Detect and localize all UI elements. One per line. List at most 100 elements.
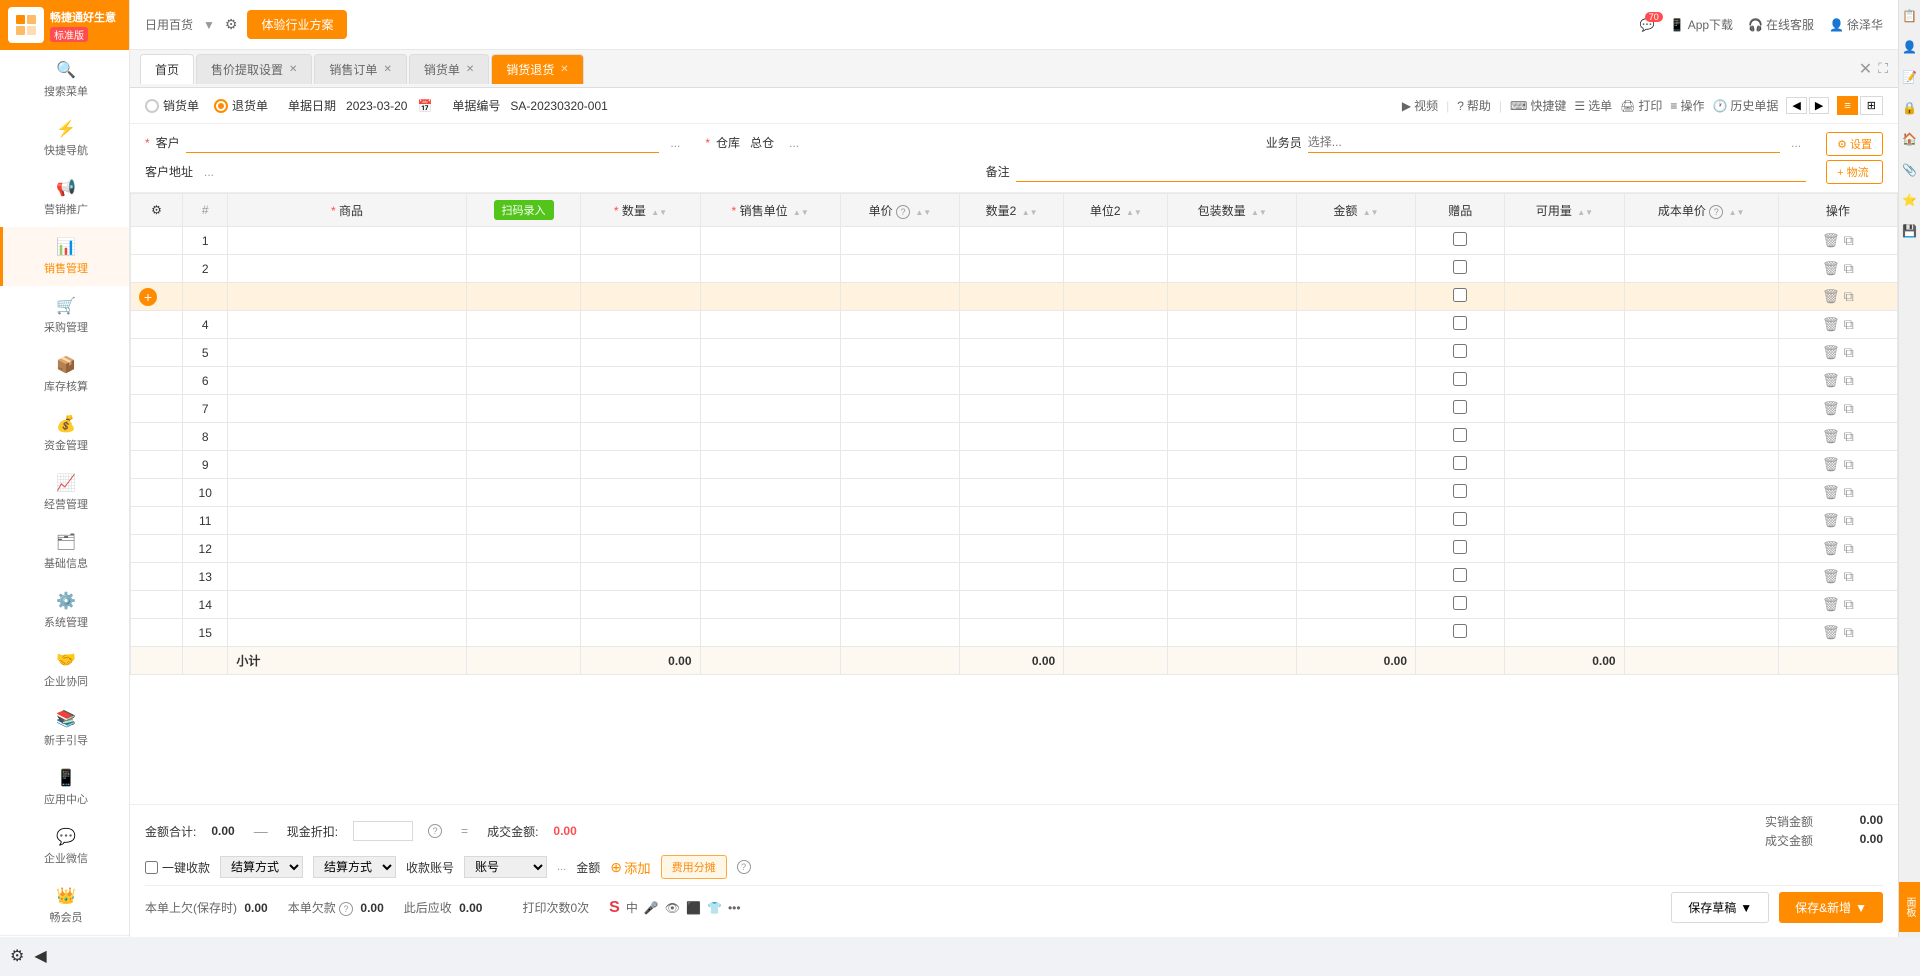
- video-btn[interactable]: ▶ 视频: [1402, 97, 1438, 114]
- right-icon-3[interactable]: 📝: [1901, 66, 1919, 89]
- copy-row-1[interactable]: ⧉: [1844, 232, 1854, 249]
- sidebar-item-member[interactable]: 👑 畅会员: [0, 876, 129, 935]
- sidebar-item-marketing[interactable]: 📢 营销推广: [0, 168, 129, 227]
- staff-dots[interactable]: ...: [1786, 136, 1806, 150]
- select-btn[interactable]: ☰ 选单: [1574, 97, 1612, 114]
- customer-input[interactable]: [186, 132, 660, 153]
- experience-btn[interactable]: 体验行业方案: [247, 10, 347, 39]
- save-draft-btn[interactable]: 保存草稿 ▼: [1671, 892, 1769, 923]
- delete-row-6[interactable]: 🗑: [1822, 372, 1840, 389]
- delete-row-5[interactable]: 🗑: [1822, 344, 1840, 361]
- right-orange-panel[interactable]: 面板: [1899, 882, 1920, 932]
- gift-check-14[interactable]: [1453, 596, 1467, 610]
- gift-check-10[interactable]: [1453, 484, 1467, 498]
- gift-check-2[interactable]: [1453, 260, 1467, 274]
- delete-row-10[interactable]: 🗑: [1822, 484, 1840, 501]
- gift-check-15[interactable]: [1453, 624, 1467, 638]
- right-icon-2[interactable]: 👤: [1901, 36, 1919, 59]
- tab-sales-close[interactable]: ✕: [466, 64, 474, 75]
- copy-row-10[interactable]: ⧉: [1844, 484, 1854, 501]
- delete-row-13[interactable]: 🗑: [1822, 568, 1840, 585]
- one-click-payment[interactable]: 一键收款: [145, 859, 210, 876]
- scan-btn[interactable]: 扫码录入: [494, 200, 554, 220]
- gift-check-6[interactable]: [1453, 372, 1467, 386]
- gift-check-1[interactable]: [1453, 232, 1467, 246]
- settings-btn[interactable]: ⚙ 设置: [1826, 132, 1883, 156]
- radio-sale[interactable]: 销货单: [145, 97, 199, 114]
- delete-row-11[interactable]: 🗑: [1822, 512, 1840, 529]
- calendar-icon[interactable]: 📅: [417, 99, 432, 113]
- right-icon-6[interactable]: 📎: [1901, 158, 1919, 181]
- copy-row-11[interactable]: ⧉: [1844, 512, 1854, 529]
- tab-sales-order[interactable]: 销售订单 ✕: [314, 54, 406, 84]
- sidebar-item-basic[interactable]: 🗂 基础信息: [0, 522, 129, 581]
- copy-row-9[interactable]: ⧉: [1844, 456, 1854, 473]
- copy-row-2[interactable]: ⧉: [1844, 260, 1854, 277]
- sidebar-item-inventory[interactable]: 📦 库存核算: [0, 345, 129, 404]
- fee-split-btn[interactable]: 费用分摊: [661, 855, 727, 879]
- discount-input[interactable]: [353, 821, 413, 841]
- fullscreen-icon[interactable]: ⛶: [1878, 60, 1888, 77]
- copy-row-14[interactable]: ⧉: [1844, 596, 1854, 613]
- delete-row-15[interactable]: 🗑: [1822, 624, 1840, 641]
- sidebar-item-operations[interactable]: 📈 经营管理: [0, 463, 129, 522]
- delete-row-8[interactable]: 🗑: [1822, 428, 1840, 445]
- delete-row-3[interactable]: 🗑: [1822, 288, 1840, 305]
- dots-account[interactable]: ...: [557, 861, 566, 873]
- sidebar-item-search[interactable]: 🔍 搜索菜单: [0, 50, 129, 109]
- delete-row-4[interactable]: 🗑: [1822, 316, 1840, 333]
- copy-row-13[interactable]: ⧉: [1844, 568, 1854, 585]
- copy-row-12[interactable]: ⧉: [1844, 540, 1854, 557]
- fee-help-icon[interactable]: ?: [737, 860, 751, 874]
- topbar-gear-icon[interactable]: ⚙: [225, 16, 238, 33]
- delete-row-12[interactable]: 🗑: [1822, 540, 1840, 557]
- gift-check-9[interactable]: [1453, 456, 1467, 470]
- close-tab-icon[interactable]: ✕: [1859, 59, 1872, 79]
- app-download-btn[interactable]: 📱 App下载: [1670, 16, 1733, 33]
- delete-row-7[interactable]: 🗑: [1822, 400, 1840, 417]
- sidebar-collapse-icon[interactable]: ◀: [34, 946, 46, 966]
- gift-check-5[interactable]: [1453, 344, 1467, 358]
- copy-row-15[interactable]: ⧉: [1844, 624, 1854, 641]
- gift-check-13[interactable]: [1453, 568, 1467, 582]
- calc-method-select[interactable]: 结算方式: [313, 856, 396, 878]
- right-icon-7[interactable]: ⭐: [1901, 189, 1919, 212]
- operate-btn[interactable]: ≡ 操作: [1670, 97, 1704, 114]
- remark-input[interactable]: [1016, 161, 1807, 182]
- copy-row-3[interactable]: ⧉: [1844, 288, 1854, 305]
- next-arrow[interactable]: ▶: [1809, 97, 1829, 114]
- delete-row-2[interactable]: 🗑: [1822, 260, 1840, 277]
- prev-arrow[interactable]: ◀: [1786, 97, 1806, 114]
- save-new-btn[interactable]: 保存&新增 ▼: [1779, 892, 1883, 923]
- copy-row-7[interactable]: ⧉: [1844, 400, 1854, 417]
- gift-check-4[interactable]: [1453, 316, 1467, 330]
- radio-return[interactable]: 退货单: [214, 97, 268, 114]
- price-help-icon[interactable]: ?: [896, 205, 910, 219]
- gift-check-8[interactable]: [1453, 428, 1467, 442]
- settlement-select[interactable]: 结算方式: [220, 856, 303, 878]
- sidebar-item-enterprise[interactable]: 🤝 企业协同: [0, 640, 129, 699]
- sidebar-item-sales[interactable]: 📊 销售管理: [0, 227, 129, 286]
- sidebar-settings-icon[interactable]: ⚙: [10, 946, 24, 966]
- tab-sales-order-close[interactable]: ✕: [383, 64, 391, 75]
- print-btn[interactable]: 🖨 打印: [1620, 97, 1662, 114]
- gift-check-3[interactable]: [1453, 288, 1467, 302]
- debt-help[interactable]: ?: [339, 902, 353, 916]
- add-row-btn[interactable]: +: [139, 288, 157, 306]
- shortcut-btn[interactable]: ⌨ 快捷键: [1510, 97, 1566, 114]
- tab-sales[interactable]: 销货单 ✕: [409, 54, 489, 84]
- row-product-1[interactable]: [228, 227, 466, 255]
- online-service-btn[interactable]: 🎧 在线客服: [1748, 16, 1814, 33]
- sidebar-item-system[interactable]: ⚙️ 系统管理: [0, 581, 129, 640]
- sidebar-item-quick[interactable]: ⚡ 快捷导航: [0, 109, 129, 168]
- delete-row-9[interactable]: 🗑: [1822, 456, 1840, 473]
- warehouse-dots[interactable]: ...: [784, 136, 804, 150]
- tab-price-setting-close[interactable]: ✕: [289, 64, 297, 75]
- customer-dots[interactable]: ...: [665, 136, 685, 150]
- copy-row-6[interactable]: ⧉: [1844, 372, 1854, 389]
- th-settings[interactable]: ⚙: [131, 194, 183, 227]
- sidebar-item-appstore[interactable]: 📱 应用中心: [0, 758, 129, 817]
- gift-check-7[interactable]: [1453, 400, 1467, 414]
- gift-check-12[interactable]: [1453, 540, 1467, 554]
- view-grid-btn[interactable]: ⊞: [1860, 96, 1883, 115]
